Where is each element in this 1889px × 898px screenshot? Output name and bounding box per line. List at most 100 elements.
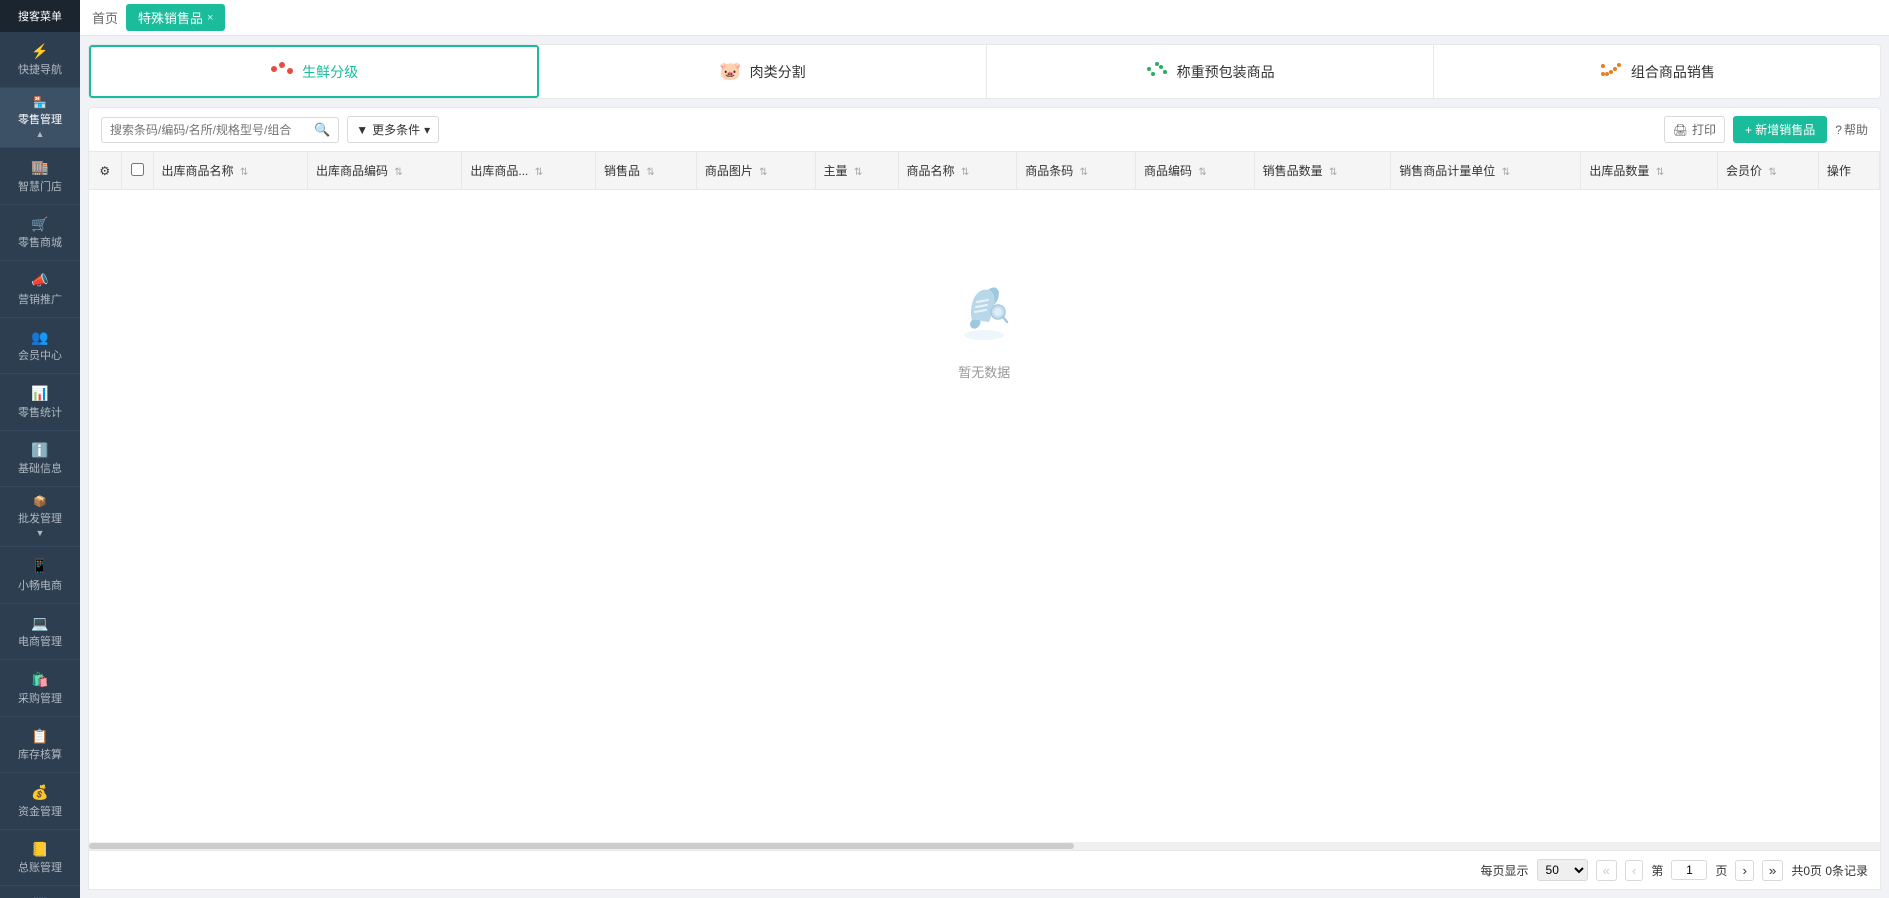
sidebar-item-finance[interactable]: 💰 资金管理 [0, 773, 80, 829]
general-ledger-icon: 📒 [31, 840, 48, 858]
sort-icon-product-name[interactable]: ⇅ [961, 167, 969, 178]
member-center-icon: 👥 [31, 328, 48, 346]
purchase-mgmt-icon: 🛍️ [31, 670, 48, 688]
sort-icon-member-price[interactable]: ⇅ [1768, 167, 1776, 178]
tab-meat-cut[interactable]: 🐷 肉类分割 [539, 45, 986, 98]
help-icon: ? [1835, 123, 1842, 137]
sidebar-item-quick-nav[interactable]: ⚡ 快捷导航 [0, 32, 80, 88]
th-barcode: 商品条码 ⇅ [1017, 152, 1136, 190]
sort-icon-out-code[interactable]: ⇅ [394, 167, 402, 178]
meat-cut-icon: 🐷 [719, 61, 741, 82]
per-page-label: 每页显示 [1481, 862, 1529, 879]
th-out-qty: 出库品数量 ⇅ [1581, 152, 1718, 190]
th-member-price: 会员价 ⇅ [1718, 152, 1819, 190]
th-product-code: 商品编码 ⇅ [1135, 152, 1254, 190]
th-sale-unit: 销售商品计量单位 ⇅ [1391, 152, 1581, 190]
select-all-checkbox[interactable] [131, 163, 144, 176]
top-bar: 首页 特殊销售品 × [80, 0, 1889, 36]
wholesale-mgmt-icon: 📦 [33, 495, 47, 508]
add-button[interactable]: + 新增销售品 [1733, 116, 1827, 143]
sort-icon-out-qty[interactable]: ⇅ [1656, 167, 1664, 178]
th-out-code: 出库商品编码 ⇅ [307, 152, 461, 190]
sidebar: 搜客菜单 ⚡ 快捷导航 🏪 零售管理 ▲ 🏬 智慧门店 🛒 零售商城 📣 营销推… [0, 0, 80, 898]
total-text: 共0页 0条记录 [1791, 862, 1868, 879]
sidebar-item-smart-store[interactable]: 🏬 智慧门店 [0, 148, 80, 204]
basic-info-icon: ℹ️ [31, 441, 48, 459]
page-input[interactable] [1671, 860, 1707, 880]
sidebar-item-purchase-mgmt[interactable]: 🛍️ 采购管理 [0, 660, 80, 716]
weigh-pack-icon [1145, 61, 1169, 82]
sidebar-logo: 搜客菜单 [0, 0, 80, 32]
search-icon[interactable]: 🔍 [314, 122, 330, 138]
retail-mgmt-icon: 🏪 [33, 96, 47, 109]
tab-fresh-grade[interactable]: 生鲜分级 [89, 45, 539, 98]
th-out-name: 出库商品名称 ⇅ [153, 152, 307, 190]
sort-icon-product-code[interactable]: ⇅ [1198, 167, 1206, 178]
sort-icon-sale-qty[interactable]: ⇅ [1329, 167, 1337, 178]
retail-mgmt-arrow: ▲ [36, 129, 45, 139]
main-content: 首页 特殊销售品 × 生鲜分级 🐷 肉类分 [80, 0, 1889, 898]
sort-icon-barcode[interactable]: ⇅ [1080, 167, 1088, 178]
first-page-btn[interactable]: « [1596, 860, 1617, 881]
th-product-image: 商品图片 ⇅ [696, 152, 815, 190]
smart-store-icon: 🏬 [31, 158, 48, 176]
mini-ecom-icon: 📱 [31, 557, 48, 575]
sort-icon-out-name[interactable]: ⇅ [240, 167, 248, 178]
search-input[interactable] [110, 123, 310, 137]
sidebar-item-retail-mgmt[interactable]: 🏪 零售管理 ▲ [0, 88, 80, 148]
next-page-btn[interactable]: › [1735, 860, 1753, 881]
horizontal-scrollbar-thumb[interactable] [89, 843, 1074, 849]
toolbar: 🔍 ▼ 更多条件 ▾ 🖨 打印 + 新增销售品 ? 帮助 [88, 107, 1881, 151]
sidebar-item-retail-mall[interactable]: 🛒 零售商城 [0, 205, 80, 261]
retail-mall-icon: 🛒 [31, 215, 48, 233]
th-sale-product: 销售品 ⇅ [595, 152, 696, 190]
quick-nav-icon: ⚡ [31, 42, 48, 60]
help-button[interactable]: ? 帮助 [1835, 121, 1868, 138]
sidebar-item-mini-ecom[interactable]: 📱 小畅电商 [0, 547, 80, 603]
fresh-grade-icon [270, 61, 294, 82]
search-box[interactable]: 🔍 [101, 117, 339, 143]
tab-close-btn[interactable]: × [207, 12, 213, 24]
filter-arrow-icon: ▾ [424, 123, 430, 137]
sales-promo-icon: 📣 [31, 271, 48, 289]
page-label: 第 [1651, 862, 1663, 879]
sidebar-item-member-center[interactable]: 👥 会员中心 [0, 318, 80, 374]
sidebar-item-basic-info[interactable]: ℹ️ 基础信息 [0, 431, 80, 487]
pagination-bar: 每页显示 50 10 20 100 « ‹ 第 页 › » 共0页 0条记录 [88, 851, 1881, 890]
prev-page-btn[interactable]: ‹ [1625, 860, 1643, 881]
sort-icon-sale-unit[interactable]: ⇅ [1502, 167, 1510, 178]
sidebar-item-retail-stats[interactable]: 📊 零售统计 [0, 374, 80, 430]
th-main-unit: 主量 ⇅ [815, 152, 898, 190]
sort-icon-sale-product[interactable]: ⇅ [646, 167, 654, 178]
toolbar-left: 🔍 ▼ 更多条件 ▾ [101, 116, 439, 143]
sidebar-item-sales-promo[interactable]: 📣 营销推广 [0, 261, 80, 317]
finance-icon: 💰 [31, 783, 48, 801]
toolbar-right: 🖨 打印 + 新增销售品 ? 帮助 [1664, 116, 1868, 143]
category-tabs: 生鲜分级 🐷 肉类分割 称重预包装商品 [88, 44, 1881, 99]
per-page-select[interactable]: 50 10 20 100 [1537, 859, 1588, 881]
last-page-btn[interactable]: » [1762, 860, 1783, 881]
retail-stats-icon: 📊 [31, 384, 48, 402]
sidebar-item-inventory[interactable]: 📋 库存核算 [0, 717, 80, 773]
print-icon: 🖨 [1673, 123, 1688, 137]
tab-weigh-pack[interactable]: 称重预包装商品 [987, 45, 1434, 98]
inventory-icon: 📋 [31, 727, 48, 745]
breadcrumb-home[interactable]: 首页 [92, 8, 118, 27]
th-check[interactable] [121, 152, 153, 190]
tab-combo-sales[interactable]: 组合商品销售 [1434, 45, 1880, 98]
sort-icon-main-unit[interactable]: ⇅ [854, 167, 862, 178]
active-tab[interactable]: 特殊销售品 × [126, 4, 225, 31]
th-sale-qty: 销售品数量 ⇅ [1254, 152, 1391, 190]
th-action: 操作 [1818, 152, 1879, 190]
th-gear[interactable]: ⚙ [89, 152, 121, 190]
filter-button[interactable]: ▼ 更多条件 ▾ [347, 116, 439, 143]
print-button[interactable]: 🖨 打印 [1664, 116, 1725, 143]
th-out-spec: 出库商品... ⇅ [462, 152, 596, 190]
wholesale-mgmt-arrow: ▼ [36, 528, 45, 538]
sidebar-item-invoice[interactable]: 🧾 发票管理 [0, 886, 80, 898]
sort-icon-out-spec[interactable]: ⇅ [535, 167, 543, 178]
sidebar-item-wholesale-mgmt[interactable]: 📦 批发管理 ▼ [0, 487, 80, 547]
sidebar-item-general-ledger[interactable]: 📒 总账管理 [0, 830, 80, 886]
sidebar-item-ecom-mgmt[interactable]: 💻 电商管理 [0, 604, 80, 660]
sort-icon-product-image[interactable]: ⇅ [759, 167, 767, 178]
